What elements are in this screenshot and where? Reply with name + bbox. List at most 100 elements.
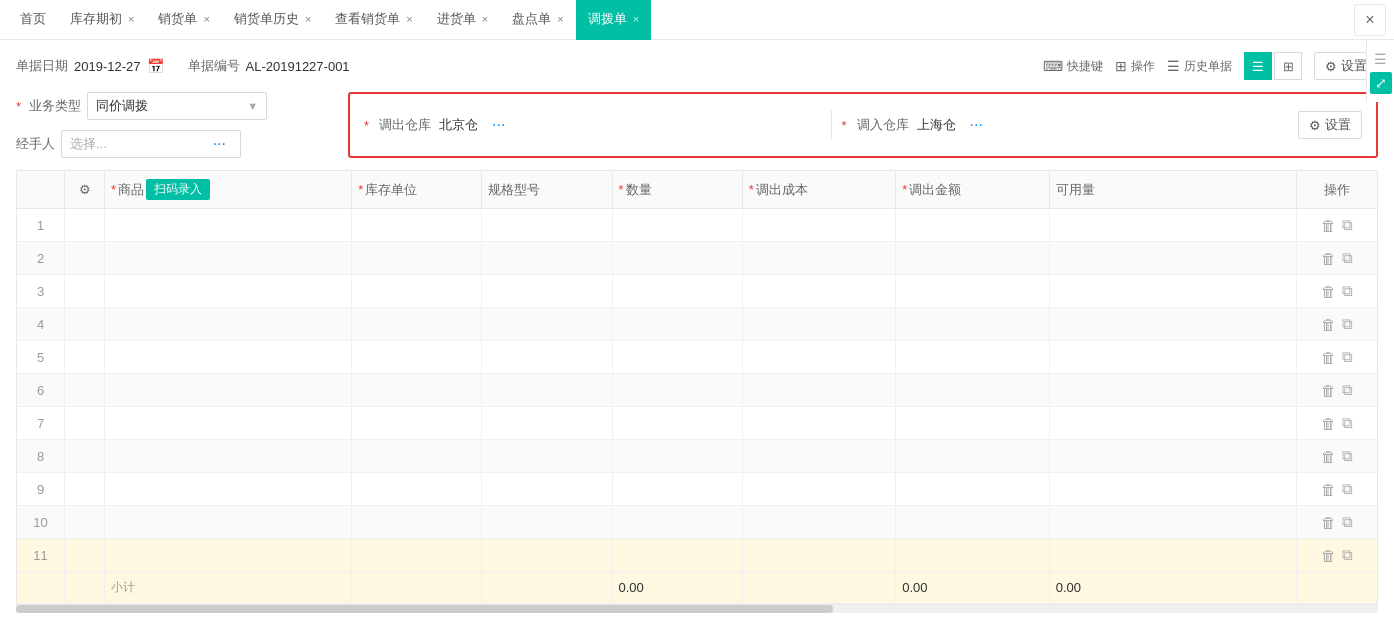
tab-purchase-order-close[interactable]: ×: [482, 13, 488, 25]
transfer-out-value: 北京仓: [439, 116, 478, 134]
horizontal-scrollbar[interactable]: [16, 605, 1378, 613]
row-product[interactable]: [105, 506, 352, 538]
copy-icon[interactable]: ⧉: [1342, 513, 1353, 531]
th-product: * 商品 扫码录入: [105, 171, 352, 208]
row-amount: [896, 440, 1050, 472]
tab-sales-order-close[interactable]: ×: [203, 13, 209, 25]
row-product[interactable]: [105, 242, 352, 274]
row-ops: 🗑 ⧉: [1297, 209, 1377, 241]
delete-icon[interactable]: 🗑: [1321, 217, 1336, 234]
row-amount: [896, 275, 1050, 307]
copy-icon[interactable]: ⧉: [1342, 282, 1353, 300]
panel-expand-icon[interactable]: ⤢: [1370, 72, 1392, 94]
row-product[interactable]: [105, 407, 352, 439]
delete-icon[interactable]: 🗑: [1321, 349, 1336, 366]
copy-icon[interactable]: ⧉: [1342, 249, 1353, 267]
delete-icon[interactable]: 🗑: [1321, 415, 1336, 432]
grid-view-button[interactable]: ⊞: [1274, 52, 1302, 80]
row-product[interactable]: [105, 374, 352, 406]
tab-inventory-init-close[interactable]: ×: [128, 13, 134, 25]
scan-button[interactable]: 扫码录入: [146, 179, 210, 200]
delete-icon[interactable]: 🗑: [1321, 283, 1336, 300]
th-unit: * 库存单位: [352, 171, 482, 208]
delete-icon[interactable]: 🗑: [1321, 316, 1336, 333]
header-actions: ⌨ 快捷键 ⊞ 操作 ☰ 历史单据 ☰ ⊞ ⚙ 设置: [1043, 52, 1378, 80]
row-product[interactable]: [105, 275, 352, 307]
tab-view-sales[interactable]: 查看销货单 ×: [323, 0, 424, 40]
row-product[interactable]: [105, 440, 352, 472]
panel-list-icon[interactable]: ☰: [1370, 48, 1392, 70]
data-table: ⚙ * 商品 扫码录入 * 库存单位 规格型号 * 数量 * 调出成本: [16, 170, 1378, 605]
shortcut-button[interactable]: ⌨ 快捷键: [1043, 58, 1103, 75]
copy-icon[interactable]: ⧉: [1342, 546, 1353, 564]
tab-home[interactable]: 首页: [8, 0, 58, 40]
tab-purchase-order[interactable]: 进货单 ×: [425, 0, 500, 40]
copy-icon[interactable]: ⧉: [1342, 414, 1353, 432]
handler-more-icon[interactable]: ···: [207, 135, 232, 153]
handler-select[interactable]: 选择... ···: [61, 130, 241, 158]
delete-icon[interactable]: 🗑: [1321, 547, 1336, 564]
table-row: 9 🗑 ⧉: [17, 473, 1377, 506]
row-cost: [743, 407, 897, 439]
transfer-out-more-button[interactable]: ···: [486, 116, 511, 134]
tab-inventory-init[interactable]: 库存期初 ×: [58, 0, 146, 40]
delete-icon[interactable]: 🗑: [1321, 382, 1336, 399]
scrollbar-thumb[interactable]: [16, 605, 833, 613]
warehouse-divider: [831, 110, 832, 140]
copy-icon[interactable]: ⧉: [1342, 315, 1353, 333]
tab-transfer-order-close[interactable]: ×: [633, 13, 639, 25]
row-no: 10: [17, 506, 65, 538]
th-gear[interactable]: ⚙: [65, 171, 105, 208]
tab-sales-history-close[interactable]: ×: [305, 13, 311, 25]
window-close-button[interactable]: ×: [1354, 4, 1386, 36]
tab-sales-history-label: 销货单历史: [234, 10, 299, 28]
copy-icon[interactable]: ⧉: [1342, 216, 1353, 234]
row-product[interactable]: [105, 473, 352, 505]
copy-icon[interactable]: ⧉: [1342, 381, 1353, 399]
history-button[interactable]: ☰ 历史单据: [1167, 58, 1232, 75]
subtotal-cost: [743, 572, 897, 603]
tab-inventory-check-close[interactable]: ×: [557, 13, 563, 25]
delete-icon[interactable]: 🗑: [1321, 448, 1336, 465]
subtotal-row: 小计 0.00 0.00 0.00: [17, 572, 1377, 604]
copy-icon[interactable]: ⧉: [1342, 480, 1353, 498]
table-row: 3 🗑 ⧉: [17, 275, 1377, 308]
row-cost: [743, 275, 897, 307]
transfer-in-more-button[interactable]: ···: [964, 116, 989, 134]
delete-icon[interactable]: 🗑: [1321, 250, 1336, 267]
biz-type-select[interactable]: 同价调拨 ▼: [87, 92, 267, 120]
view-toggle-group: ☰ ⊞: [1244, 52, 1302, 80]
tab-view-sales-label: 查看销货单: [335, 10, 400, 28]
copy-icon[interactable]: ⧉: [1342, 348, 1353, 366]
copy-icon[interactable]: ⧉: [1342, 447, 1353, 465]
tab-purchase-order-label: 进货单: [437, 10, 476, 28]
calendar-icon[interactable]: 📅: [147, 58, 164, 74]
row-product[interactable]: [105, 341, 352, 373]
row-gear: [65, 407, 105, 439]
cost-required: *: [749, 182, 754, 197]
row-ops: 🗑 ⧉: [1297, 242, 1377, 274]
tab-sales-history[interactable]: 销货单历史 ×: [222, 0, 323, 40]
row-product[interactable]: [105, 209, 352, 241]
row-qty: [613, 242, 743, 274]
transfer-out-label: 调出仓库: [379, 116, 431, 134]
delete-icon[interactable]: 🗑: [1321, 514, 1336, 531]
panel-settings-label: 设置: [1325, 116, 1351, 134]
row-amount: [896, 209, 1050, 241]
row-product[interactable]: [105, 308, 352, 340]
tab-inventory-check[interactable]: 盘点单 ×: [500, 0, 575, 40]
row-product[interactable]: [105, 539, 352, 571]
list-view-button[interactable]: ☰: [1244, 52, 1272, 80]
row-spec: [482, 242, 612, 274]
tab-transfer-order[interactable]: 调拨单 ×: [576, 0, 651, 40]
tab-view-sales-close[interactable]: ×: [406, 13, 412, 25]
row-unit: [352, 308, 482, 340]
th-cost: * 调出成本: [743, 171, 897, 208]
delete-icon[interactable]: 🗑: [1321, 481, 1336, 498]
ops-button[interactable]: ⊞ 操作: [1115, 58, 1155, 75]
th-product-label: 商品: [118, 181, 144, 199]
row-avail: [1050, 308, 1297, 340]
panel-settings-button[interactable]: ⚙ 设置: [1298, 111, 1362, 139]
tab-sales-order[interactable]: 销货单 ×: [146, 0, 221, 40]
subtotal-no: [17, 572, 65, 603]
